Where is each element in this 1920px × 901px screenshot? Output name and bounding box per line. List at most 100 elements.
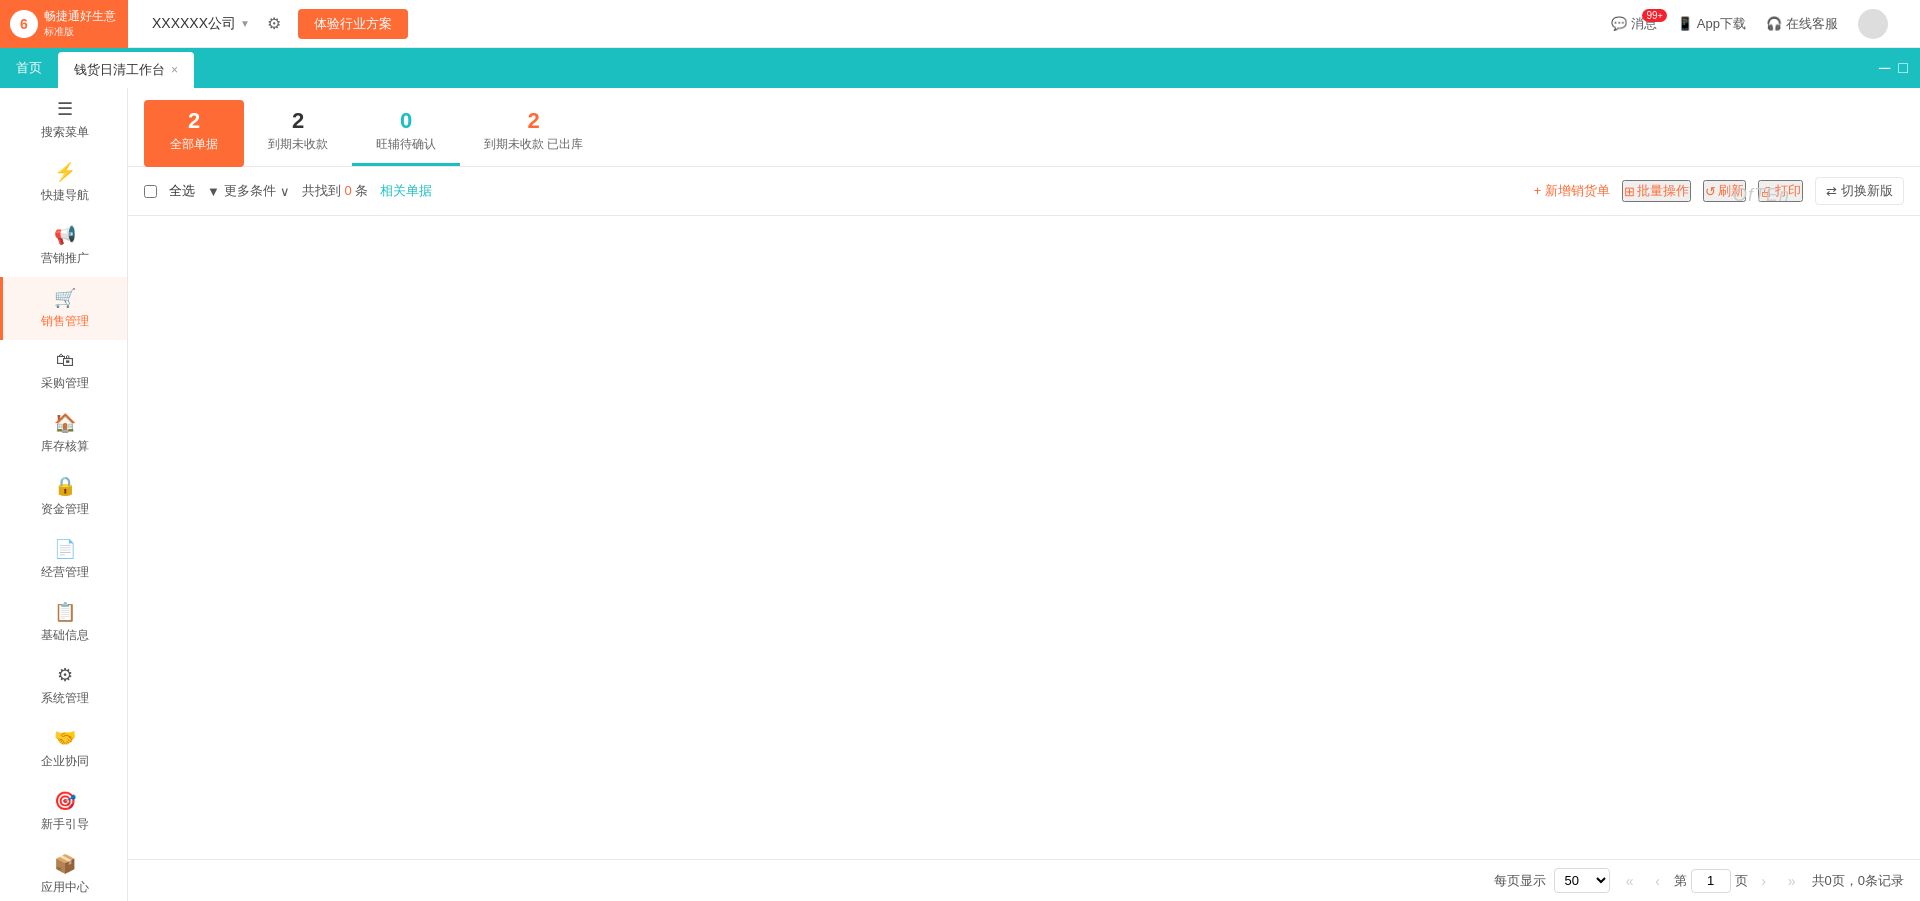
sidebar-item-enterprise[interactable]: 🤝 企业协同 [0,717,127,780]
sidebar-item-search-menu[interactable]: ☰ 搜索菜单 [0,88,127,151]
logo-icon: 6 [10,10,38,38]
sidebar-item-label: 采购管理 [41,375,89,392]
chevron-down-icon: ▼ [240,18,250,29]
stat-label-overdue-shipped: 到期未收款 已出库 [484,136,583,153]
last-page-button[interactable]: » [1780,869,1804,893]
result-unit: 条 [355,183,368,198]
toolbar: 全选 ▼ 更多条件 ∨ 共找到 0 条 相关单据 + 新增销货单 ⊞ 批量操作 [128,167,1920,216]
stat-tab-wangwang[interactable]: 0 旺辅待确认 [352,100,460,166]
sidebar-item-finance[interactable]: 🔒 资金管理 [0,465,127,528]
sidebar-item-label: 资金管理 [41,501,89,518]
operations-icon: 📄 [54,538,76,560]
logo-char: 6 [20,16,28,32]
sidebar-item-label: 搜索菜单 [41,124,89,141]
system-icon: ⚙ [57,664,73,686]
online-service-button[interactable]: 🎧 在线客服 [1766,15,1838,33]
tab-close-icon[interactable]: × [171,63,178,77]
tab-maximize-button[interactable]: □ [1898,59,1908,77]
sidebar-item-app-center[interactable]: 📦 应用中心 [0,843,127,901]
app-download-label: App下载 [1697,15,1746,33]
stats-tabs: 2 全部单据 2 到期未收款 0 旺辅待确认 2 到期未收款 已出库 [128,88,1920,167]
page-label-pre: 第 [1674,872,1687,890]
sidebar-item-label: 应用中心 [41,879,89,896]
main-layout: ☰ 搜索菜单 ⚡ 快捷导航 📢 营销推广 🛒 销售管理 🛍 采购管理 🏠 库存核… [0,88,1920,901]
next-page-button[interactable]: › [1752,869,1776,893]
company-name: XXXXXX公司 [152,15,236,33]
tab-minimize-button[interactable]: ─ [1879,59,1890,77]
switch-version-button[interactable]: ⇄ 切换新版 [1815,177,1904,205]
quick-nav-icon: ⚡ [54,161,76,183]
sidebar-item-basic-info[interactable]: 📋 基础信息 [0,591,127,654]
logo-line2: 标准版 [44,25,116,38]
company-selector[interactable]: XXXXXX公司 ▼ [144,11,258,37]
stat-tab-overdue[interactable]: 2 到期未收款 [244,100,352,166]
message-icon: 💬 [1611,16,1627,31]
stat-num-overdue-shipped: 2 [528,108,540,134]
stat-label-all: 全部单据 [170,136,218,153]
related-link[interactable]: 相关单据 [380,182,432,200]
filter-button[interactable]: ▼ 更多条件 ∨ [207,182,290,200]
sidebar-item-label: 快捷导航 [41,187,89,204]
prev-page-button[interactable]: ‹ [1646,869,1670,893]
footer: 每页显示 50 100 200 « ‹ 第 页 › » 共0页，0条记录 [128,859,1920,901]
table-area [128,216,1920,859]
tab-qhrc-label: 钱货日清工作台 [74,61,165,79]
first-page-button[interactable]: « [1618,869,1642,893]
toolbar-right: + 新增销货单 ⊞ 批量操作 ↺ 刷新 🖨 打印 ⇄ 切换新版 [1534,177,1904,205]
print-button[interactable]: 🖨 打印 [1758,180,1803,202]
sidebar-item-operations[interactable]: 📄 经营管理 [0,528,127,591]
toolbar-left: 全选 ▼ 更多条件 ∨ 共找到 0 条 相关单据 [144,182,432,200]
logo-area: 6 畅捷通好生意 标准版 [0,0,128,48]
gear-button[interactable]: ⚙ [258,8,290,40]
finance-icon: 🔒 [54,475,76,497]
stat-tab-all[interactable]: 2 全部单据 [144,100,244,167]
stat-num-overdue: 2 [292,108,304,134]
page-number-input[interactable] [1691,869,1731,893]
tab-home[interactable]: 首页 [0,48,58,88]
sidebar-item-sales[interactable]: 🛒 销售管理 [0,277,127,340]
logo-text: 畅捷通好生意 标准版 [44,9,116,38]
message-button[interactable]: 💬 消息 99+ [1611,15,1657,33]
refresh-icon: ↺ [1705,184,1716,199]
sidebar-item-guide[interactable]: 🎯 新手引导 [0,780,127,843]
avatar[interactable] [1858,9,1888,39]
sidebar-item-label: 基础信息 [41,627,89,644]
page-size-label: 每页显示 [1494,872,1546,890]
sidebar-item-label: 系统管理 [41,690,89,707]
pagination: « ‹ 第 页 › » [1618,869,1804,893]
stat-tab-overdue-shipped[interactable]: 2 到期未收款 已出库 [460,100,607,166]
sidebar-item-label: 销售管理 [41,313,89,330]
sidebar-item-quick-nav[interactable]: ⚡ 快捷导航 [0,151,127,214]
sidebar-item-label: 库存核算 [41,438,89,455]
basic-info-icon: 📋 [54,601,76,623]
enterprise-icon: 🤝 [54,727,76,749]
sidebar-item-system[interactable]: ⚙ 系统管理 [0,654,127,717]
tab-qhrc[interactable]: 钱货日清工作台 × [58,52,194,88]
refresh-button[interactable]: ↺ 刷新 [1703,180,1746,202]
marketing-icon: 📢 [54,224,76,246]
app-icon: 📱 [1677,16,1693,31]
app-download-button[interactable]: 📱 App下载 [1677,15,1746,33]
page-label-post: 页 [1735,872,1748,890]
app-center-icon: 📦 [54,853,76,875]
sidebar-item-purchase[interactable]: 🛍 采购管理 [0,340,127,402]
chevron-icon: ∨ [280,184,290,199]
batch-icon: ⊞ [1624,184,1635,199]
search-menu-icon: ☰ [57,98,73,120]
select-all-checkbox[interactable] [144,185,157,198]
filter-result: 共找到 0 条 [302,182,368,200]
sidebar-item-inventory[interactable]: 🏠 库存核算 [0,402,127,465]
service-icon: 🎧 [1766,16,1782,31]
new-sales-order-button[interactable]: + 新增销货单 [1534,182,1610,200]
top-header: 6 畅捷通好生意 标准版 XXXXXX公司 ▼ ⚙ 体验行业方案 💬 消息 99… [0,0,1920,48]
result-count: 0 [345,183,352,198]
sidebar-item-label: 新手引导 [41,816,89,833]
page-size-select[interactable]: 50 100 200 [1554,868,1610,893]
result-prefix: 共找到 [302,183,341,198]
content-area: 2 全部单据 2 到期未收款 0 旺辅待确认 2 到期未收款 已出库 全选 [128,88,1920,901]
batch-operation-button[interactable]: ⊞ 批量操作 [1622,180,1691,202]
trial-button[interactable]: 体验行业方案 [298,9,408,39]
filter-icon: ▼ [207,184,220,199]
sidebar-item-marketing[interactable]: 📢 营销推广 [0,214,127,277]
tab-right-buttons: ─ □ [1879,59,1920,77]
